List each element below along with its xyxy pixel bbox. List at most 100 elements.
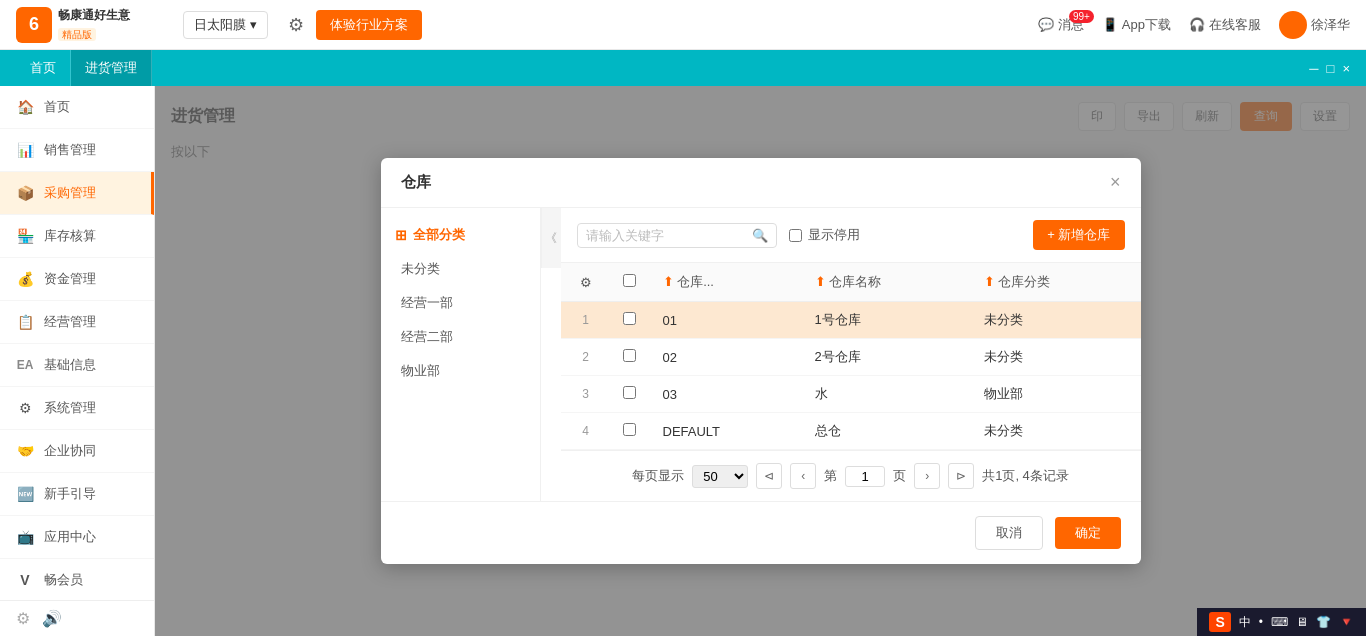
nav-tab-home[interactable]: 首页 bbox=[16, 50, 71, 86]
row-category-1: 未分类 bbox=[972, 302, 1141, 339]
sidebar-item-sales[interactable]: 📊 销售管理 bbox=[0, 129, 154, 172]
logo-badge-wrapper: 精品版 bbox=[58, 26, 130, 42]
dropdown-arrow-icon: ▾ bbox=[250, 17, 257, 32]
headset-icon: 🎧 bbox=[1189, 17, 1205, 32]
sort-icon2: ⬆ bbox=[815, 274, 826, 289]
guide-icon: 🆕 bbox=[16, 485, 34, 503]
modal-main-content: 🔍 显示停用 + 新增仓库 bbox=[561, 208, 1141, 501]
row-checkbox-2[interactable] bbox=[611, 339, 651, 376]
sidebar-item-basic-info[interactable]: EA 基础信息 bbox=[0, 344, 154, 387]
page-input[interactable] bbox=[845, 466, 885, 487]
store-selector[interactable]: 日太阳膜 ▾ bbox=[183, 11, 268, 39]
row-checkbox-1[interactable] bbox=[611, 302, 651, 339]
status-dot: • bbox=[1259, 615, 1263, 629]
search-input[interactable] bbox=[586, 228, 746, 243]
user-profile[interactable]: 徐泽华 bbox=[1279, 11, 1350, 39]
basic-info-icon: EA bbox=[16, 356, 34, 374]
table-row[interactable]: 1 01 1号仓库 未分类 bbox=[561, 302, 1141, 339]
row-category-2: 未分类 bbox=[972, 339, 1141, 376]
row-name-4: 总仓 bbox=[803, 413, 972, 450]
nav-window-controls: ─ □ × bbox=[1309, 61, 1350, 76]
last-page-button[interactable]: ⊳ bbox=[948, 463, 974, 489]
trial-button[interactable]: 体验行业方案 bbox=[316, 10, 422, 40]
confirm-button[interactable]: 确定 bbox=[1055, 517, 1121, 549]
sidebar-item-membership[interactable]: V 畅会员 bbox=[0, 559, 154, 602]
row-num-1: 1 bbox=[561, 302, 611, 339]
store-name: 日太阳膜 bbox=[194, 16, 246, 34]
modal-close-button[interactable]: × bbox=[1110, 172, 1121, 193]
main-layout: 🏠 首页 📊 销售管理 📦 采购管理 🏪 库存核算 💰 资金管理 📋 经营管理 … bbox=[0, 86, 1366, 636]
sidebar-label-enterprise: 企业协同 bbox=[44, 442, 96, 460]
sidebar-item-enterprise[interactable]: 🤝 企业协同 bbox=[0, 430, 154, 473]
operations-icon: 📋 bbox=[16, 313, 34, 331]
status-bar: S 中 • ⌨ 🖥 👕 🔻 bbox=[1197, 608, 1366, 636]
modal-backdrop: 仓库 × ⊞ 全部分类 未分类 经营一部 经营二部 物业部 bbox=[155, 86, 1366, 636]
category-item-uncategorized[interactable]: 未分类 bbox=[381, 252, 540, 286]
logo-area: 6 畅康通好生意 精品版 bbox=[16, 7, 171, 43]
message-icon: 💬 bbox=[1038, 17, 1054, 32]
sidebar-item-inventory[interactable]: 🏪 库存核算 bbox=[0, 215, 154, 258]
sidebar-label-finance: 资金管理 bbox=[44, 270, 96, 288]
sidebar-item-purchase[interactable]: 📦 采购管理 bbox=[0, 172, 154, 215]
modal-footer: 取消 确定 bbox=[381, 501, 1141, 564]
pagination: 每页显示 50 10 20 100 ⊲ ‹ 第 页 bbox=[561, 450, 1141, 501]
col-category-header: ⬆ 仓库分类 bbox=[972, 263, 1141, 302]
logo-badge: 精品版 bbox=[58, 28, 96, 41]
sidebar-label-apps: 应用中心 bbox=[44, 528, 96, 546]
first-page-button[interactable]: ⊲ bbox=[756, 463, 782, 489]
collapse-sidebar-button[interactable]: 《 bbox=[541, 208, 561, 268]
sidebar-item-guide[interactable]: 🆕 新手引导 bbox=[0, 473, 154, 516]
settings-icon[interactable]: ⚙ bbox=[288, 14, 304, 36]
sidebar-item-home[interactable]: 🏠 首页 bbox=[0, 86, 154, 129]
category-all[interactable]: ⊞ 全部分类 bbox=[381, 218, 540, 252]
search-box[interactable]: 🔍 bbox=[577, 223, 777, 248]
row-num-3: 3 bbox=[561, 376, 611, 413]
customer-service-item[interactable]: 🎧 在线客服 bbox=[1189, 16, 1261, 34]
minimize-icon[interactable]: ─ bbox=[1309, 61, 1318, 76]
nav-tab-purchase[interactable]: 进货管理 bbox=[71, 50, 152, 86]
row-num-4: 4 bbox=[561, 413, 611, 450]
row-checkbox-4[interactable] bbox=[611, 413, 651, 450]
sidebar-label-inventory: 库存核算 bbox=[44, 227, 96, 245]
select-all-checkbox[interactable] bbox=[623, 274, 636, 287]
show-disabled-checkbox[interactable] bbox=[789, 229, 802, 242]
category-item-operations1[interactable]: 经营一部 bbox=[381, 286, 540, 320]
app-download-icon: 📱 bbox=[1102, 17, 1118, 32]
maximize-icon[interactable]: □ bbox=[1327, 61, 1335, 76]
category-item-operations2[interactable]: 经营二部 bbox=[381, 320, 540, 354]
app-download-item[interactable]: 📱 App下载 bbox=[1102, 16, 1171, 34]
avatar bbox=[1279, 11, 1307, 39]
table-row[interactable]: 3 03 水 物业部 bbox=[561, 376, 1141, 413]
row-checkbox-3[interactable] bbox=[611, 376, 651, 413]
warehouse-modal: 仓库 × ⊞ 全部分类 未分类 经营一部 经营二部 物业部 bbox=[381, 158, 1141, 564]
sidebar-item-finance[interactable]: 💰 资金管理 bbox=[0, 258, 154, 301]
table-row[interactable]: 2 02 2号仓库 未分类 bbox=[561, 339, 1141, 376]
sidebar: 🏠 首页 📊 销售管理 📦 采购管理 🏪 库存核算 💰 资金管理 📋 经营管理 … bbox=[0, 86, 155, 636]
warehouse-table: ⚙ ⬆ 仓库... ⬆ 仓库名称 bbox=[561, 263, 1141, 450]
table-row[interactable]: 4 DEFAULT 总仓 未分类 bbox=[561, 413, 1141, 450]
per-page-label: 每页显示 bbox=[632, 467, 684, 485]
status-shirt: 👕 bbox=[1316, 615, 1331, 629]
next-page-button[interactable]: › bbox=[914, 463, 940, 489]
row-name-1: 1号仓库 bbox=[803, 302, 972, 339]
status-arrow: 🔻 bbox=[1339, 615, 1354, 629]
status-keyboard: ⌨ bbox=[1271, 615, 1288, 629]
total-records: 共1页, 4条记录 bbox=[982, 467, 1069, 485]
category-item-property[interactable]: 物业部 bbox=[381, 354, 540, 388]
message-item[interactable]: 💬 消息 99+ bbox=[1038, 16, 1084, 34]
search-icon[interactable]: 🔍 bbox=[752, 228, 768, 243]
cancel-button[interactable]: 取消 bbox=[975, 516, 1043, 550]
close-window-icon[interactable]: × bbox=[1342, 61, 1350, 76]
add-warehouse-button[interactable]: + 新增仓库 bbox=[1033, 220, 1124, 250]
sidebar-item-apps[interactable]: 📺 应用中心 bbox=[0, 516, 154, 559]
show-disabled-checkbox-label[interactable]: 显示停用 bbox=[789, 226, 860, 244]
per-page-select[interactable]: 50 10 20 100 bbox=[692, 465, 748, 488]
sidebar-item-operations[interactable]: 📋 经营管理 bbox=[0, 301, 154, 344]
speaker-icon[interactable]: 🔊 bbox=[42, 609, 62, 628]
sidebar-label-purchase: 采购管理 bbox=[44, 184, 96, 202]
category-sidebar: ⊞ 全部分类 未分类 经营一部 经营二部 物业部 bbox=[381, 208, 541, 501]
sidebar-item-system[interactable]: ⚙ 系统管理 bbox=[0, 387, 154, 430]
settings-bottom-icon[interactable]: ⚙ bbox=[16, 609, 30, 628]
prev-page-button[interactable]: ‹ bbox=[790, 463, 816, 489]
status-brand: S bbox=[1209, 612, 1230, 632]
